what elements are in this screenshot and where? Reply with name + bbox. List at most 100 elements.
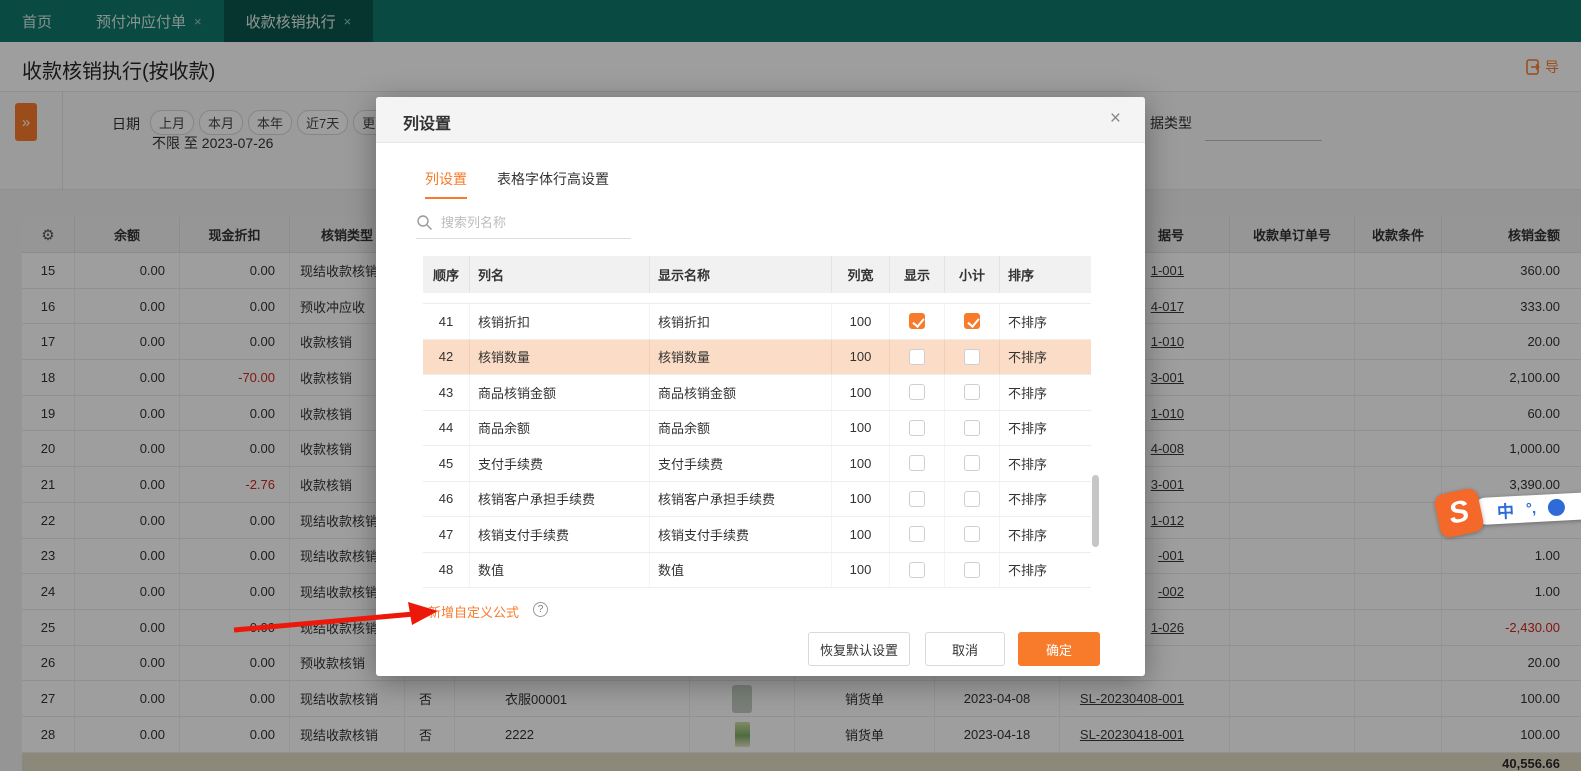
column-name-cell: 核销支付手续费 [470,517,650,552]
cancel-button[interactable]: 取消 [925,632,1005,666]
column-settings-dialog: 列设置 × 列设置 表格字体行高设置 顺序 列名 显示名称 列宽 显示 小计 排… [376,97,1145,676]
header-subtotal: 小计 [945,256,1000,293]
column-search-box [416,207,631,239]
sort-toggle[interactable]: 不排序 [1000,411,1091,446]
show-checkbox[interactable] [909,490,925,507]
subtotal-checkbox[interactable] [964,384,980,401]
column-name-cell: 数值 [470,552,650,587]
search-icon [417,215,432,230]
show-cell [890,339,945,374]
dialog-title: 列设置 [403,116,452,133]
header-order: 顺序 [423,256,470,293]
display-name-cell: 商品核销金额 [650,375,832,410]
show-checkbox[interactable] [909,348,925,365]
subtotal-checkbox[interactable] [964,313,980,330]
width-cell[interactable]: 100 [832,552,890,587]
tab-column-settings[interactable]: 列设置 [425,169,467,199]
show-cell [890,552,945,587]
subtotal-checkbox[interactable] [964,490,980,507]
add-custom-formula-link[interactable]: 新增自定义公式 [428,602,519,621]
column-setting-row[interactable]: 45 支付手续费 支付手续费 100 不排序 [423,446,1091,482]
column-setting-row[interactable]: 46 核销客户承担手续费 核销客户承担手续费 100 不排序 [423,481,1091,517]
width-cell[interactable]: 100 [832,410,890,445]
show-cell [890,481,945,516]
close-icon[interactable]: × [1110,108,1121,130]
subtotal-cell [945,552,1000,587]
sort-toggle[interactable]: 不排序 [1000,517,1091,552]
display-name-cell: 数值 [650,552,832,587]
header-sort: 排序 [1008,268,1035,283]
subtotal-cell [945,481,1000,516]
subtotal-cell [945,446,1000,481]
column-name-cell: 商品余额 [470,410,650,445]
column-setting-row[interactable]: 43 商品核销金额 商品核销金额 100 不排序 [423,375,1091,411]
show-cell [890,517,945,552]
ime-status-bar[interactable]: 中 °, [1472,491,1581,526]
ime-menu-icon[interactable] [1547,498,1566,517]
show-checkbox[interactable] [909,313,925,330]
dialog-header: 列设置 × [376,97,1145,143]
column-search-input[interactable] [441,215,631,230]
order-cell: 42 [423,339,470,374]
show-checkbox[interactable] [909,455,925,472]
column-setting-row[interactable]: 47 核销支付手续费 核销支付手续费 100 不排序 [423,517,1091,553]
order-cell: 48 [423,552,470,587]
column-name-cell: 支付手续费 [470,446,650,481]
scrollbar-thumb[interactable] [1092,475,1099,547]
subtotal-cell [945,339,1000,374]
column-setting-row[interactable]: 48 数值 数值 100 不排序 [423,552,1091,588]
display-name-cell: 商品余额 [650,410,832,445]
display-name-cell: 核销支付手续费 [650,517,832,552]
header-display-name: 显示名称 [650,256,832,293]
subtotal-checkbox[interactable] [964,348,980,365]
show-cell [890,375,945,410]
subtotal-checkbox[interactable] [964,455,980,472]
show-checkbox[interactable] [909,384,925,401]
restore-defaults-button[interactable]: 恢复默认设置 [808,632,910,666]
column-setting-row[interactable]: 41 核销折扣 核销折扣 100 不排序 [423,304,1091,340]
width-cell[interactable]: 100 [832,446,890,481]
ime-logo-letter: S [1445,494,1473,531]
width-cell[interactable]: 100 [832,481,890,516]
column-setting-row[interactable]: 44 商品余额 商品余额 100 不排序 [423,410,1091,446]
width-cell[interactable]: 100 [832,339,890,374]
ime-chinese-mode-indicator[interactable]: 中 [1496,497,1515,523]
display-name-cell: 支付手续费 [650,446,832,481]
sort-toggle[interactable]: 不排序 [1000,304,1091,339]
show-cell [890,410,945,445]
width-cell[interactable]: 100 [832,304,890,339]
header-column-name: 列名 [470,256,650,293]
subtotal-cell [945,375,1000,410]
sort-toggle[interactable]: 不排序 [1000,482,1091,517]
ime-punctuation-indicator[interactable]: °, [1526,500,1537,518]
width-cell[interactable]: 100 [832,375,890,410]
width-cell[interactable]: 100 [832,517,890,552]
subtotal-checkbox[interactable] [964,526,980,543]
subtotal-cell [945,517,1000,552]
subtotal-checkbox[interactable] [964,419,980,436]
display-name-cell: 核销数量 [650,339,832,374]
help-icon[interactable]: ? [533,602,548,617]
ime-logo-icon[interactable]: S [1432,486,1486,540]
sort-toggle[interactable]: 不排序 [1000,446,1091,481]
sort-toggle[interactable]: 不排序 [1000,375,1091,410]
show-checkbox[interactable] [909,419,925,436]
order-cell: 47 [423,517,470,552]
show-cell [890,446,945,481]
tab-font-row-height[interactable]: 表格字体行高设置 [497,169,609,199]
order-cell: 43 [423,375,470,410]
confirm-button[interactable]: 确定 [1018,632,1100,666]
order-cell: 46 [423,481,470,516]
order-cell: 41 [423,304,470,339]
subtotal-checkbox[interactable] [964,561,980,578]
show-checkbox[interactable] [909,561,925,578]
column-settings-table: 顺序 列名 显示名称 列宽 显示 小计 排序 41 核销折扣 核销折扣 100 … [423,256,1091,588]
column-name-cell: 核销客户承担手续费 [470,481,650,516]
sort-toggle[interactable]: 不排序 [1000,340,1091,375]
header-width: 列宽 [832,256,890,293]
column-name-cell: 核销折扣 [470,304,650,339]
show-cell [890,304,945,339]
sort-toggle[interactable]: 不排序 [1000,553,1091,588]
column-setting-row[interactable]: 42 核销数量 核销数量 100 不排序 [423,339,1091,375]
show-checkbox[interactable] [909,526,925,543]
